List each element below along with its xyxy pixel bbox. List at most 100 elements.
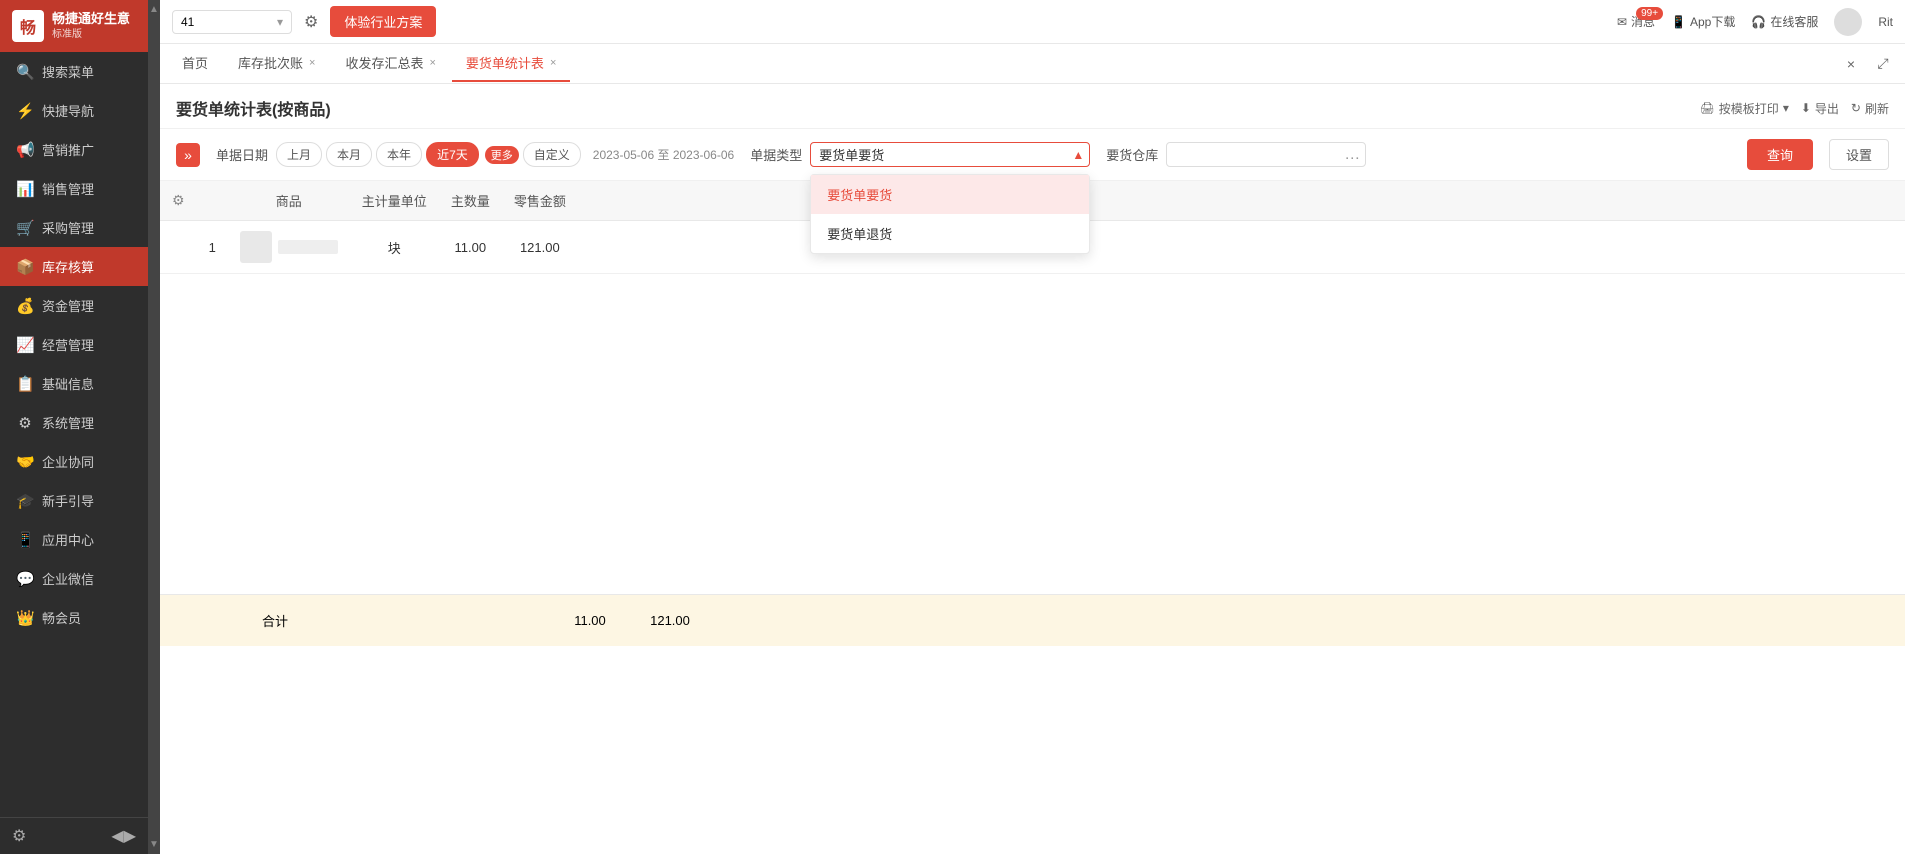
finance-icon: 💰 [16, 297, 34, 315]
main-area: 41 ▾ ⚙ 体验行业方案 ✉ 消息 99+ 📱 App下载 🎧 在线客服 Ri… [160, 0, 1905, 854]
warehouse-filter-input[interactable] [1166, 142, 1366, 167]
purchase-icon: 🛒 [16, 219, 34, 237]
date-pill-recent-7days[interactable]: 近7天 [426, 142, 479, 167]
maximize-button[interactable]: ⤢ [1869, 50, 1897, 78]
message-icon: ✉ [1617, 15, 1627, 29]
company-selector[interactable]: 41 ▾ [172, 10, 292, 34]
sidebar-item-label: 畅会员 [42, 608, 81, 627]
page-title: 要货单统计表(按商品) [176, 96, 331, 120]
date-pill-custom[interactable]: 自定义 [523, 142, 581, 167]
sidebar-item-label: 新手引导 [42, 491, 94, 510]
date-pill-this-month[interactable]: 本月 [326, 142, 372, 167]
table-empty-space [160, 274, 1905, 594]
sidebar-item-search[interactable]: 🔍 搜索菜单 [0, 52, 148, 91]
sidebar-item-basic[interactable]: 📋 基础信息 [0, 364, 148, 403]
dropdown-item-order[interactable]: 要货单要货 [811, 175, 1089, 214]
sidebar-item-label: 营销推广 [42, 140, 94, 159]
messages-badge: 99+ [1636, 7, 1663, 20]
tab-inventory-batch[interactable]: 库存批次账 × [224, 45, 329, 82]
print-button[interactable]: 🖨 按模板打印 ▾ [1700, 100, 1789, 117]
tab-close-icon[interactable]: × [550, 57, 556, 69]
print-icon: 🖨 [1700, 101, 1715, 115]
user-name: Rit [1878, 15, 1893, 29]
warehouse-label: 要货仓库 [1106, 145, 1158, 164]
phone-icon: 📱 [1671, 15, 1686, 29]
sidebar-item-purchase[interactable]: 🛒 采购管理 [0, 208, 148, 247]
more-date-options-badge[interactable]: 更多 [485, 146, 519, 164]
sidebar-item-member[interactable]: 👑 畅会员 [0, 598, 148, 637]
system-icon: ⚙ [16, 414, 34, 432]
row-product-cell [228, 221, 350, 274]
flash-icon: ⚡ [16, 102, 34, 120]
footer-quantity-cell: 11.00 [550, 613, 630, 628]
page-inner: 要货单统计表(按商品) 🖨 按模板打印 ▾ ⬇ 导出 ↻ 刷新 [160, 84, 1905, 854]
tab-close-icon[interactable]: × [309, 57, 315, 69]
table-settings-icon[interactable]: ⚙ [172, 192, 185, 208]
settings-gear-icon[interactable]: ⚙ [12, 826, 26, 846]
table-footer: 合计 11.00 121.00 [160, 594, 1905, 646]
basic-icon: 📋 [16, 375, 34, 393]
type-dropdown-toggle[interactable]: ▲ [1072, 148, 1084, 162]
sidebar-item-label: 搜索菜单 [42, 62, 94, 81]
header-settings-icon[interactable]: ⚙ [304, 12, 318, 32]
refresh-icon: ↻ [1851, 101, 1861, 115]
sidebar-item-cooperation[interactable]: 🤝 企业协同 [0, 442, 148, 481]
date-label: 单据日期 [216, 145, 268, 164]
settings-button[interactable]: 设置 [1829, 139, 1889, 170]
date-pill-last-month[interactable]: 上月 [276, 142, 322, 167]
refresh-button[interactable]: ↻ 刷新 [1851, 100, 1889, 117]
cooperation-icon: 🤝 [16, 453, 34, 471]
tab-order-statistics[interactable]: 要货单统计表 × [452, 45, 570, 82]
query-button[interactable]: 查询 [1747, 139, 1813, 170]
sidebar-item-label: 企业微信 [42, 569, 94, 588]
sidebar-footer: ⚙ ◀▶ [0, 817, 148, 854]
footer-total-label: 合计 [262, 614, 288, 629]
collapse-sidebar-icon[interactable]: ◀▶ [111, 826, 136, 846]
scroll-down-icon[interactable]: ▼ [149, 839, 159, 850]
sidebar-item-guide[interactable]: 🎓 新手引导 [0, 481, 148, 520]
tab-receivable-summary[interactable]: 收发存汇总表 × [331, 45, 449, 82]
sidebar-item-management[interactable]: 📈 经营管理 [0, 325, 148, 364]
app-download-button[interactable]: 📱 App下载 [1671, 13, 1735, 30]
close-all-tabs-button[interactable]: × [1837, 50, 1865, 78]
dropdown-item-return[interactable]: 要货单退货 [811, 214, 1089, 253]
col-header-quantity: 主数量 [439, 181, 502, 221]
sidebar-item-label: 基础信息 [42, 374, 94, 393]
sidebar-item-label: 采购管理 [42, 218, 94, 237]
tab-close-icon[interactable]: × [429, 57, 435, 69]
sidebar-item-system[interactable]: ⚙ 系统管理 [0, 403, 148, 442]
sidebar: 畅 畅捷通好生意 标准版 🔍 搜索菜单 ⚡ 快捷导航 📢 营销推广 📊 销售管理… [0, 0, 148, 854]
sidebar-item-quicknav[interactable]: ⚡ 快捷导航 [0, 91, 148, 130]
export-button[interactable]: ⬇ 导出 [1801, 100, 1839, 117]
app-edition: 标准版 [52, 28, 130, 41]
date-pill-this-year[interactable]: 本年 [376, 142, 422, 167]
sidebar-item-finance[interactable]: 💰 资金管理 [0, 286, 148, 325]
type-filter-input[interactable] [810, 142, 1090, 167]
online-service-button[interactable]: 🎧 在线客服 [1751, 13, 1818, 30]
tab-home[interactable]: 首页 [168, 45, 222, 82]
date-range-text: 2023-05-06 至 2023-06-06 [593, 146, 734, 163]
scroll-up-icon[interactable]: ▲ [149, 4, 159, 15]
col-header-unit: 主计量单位 [350, 181, 439, 221]
trial-industry-button[interactable]: 体验行业方案 [330, 6, 436, 37]
messages-button[interactable]: ✉ 消息 99+ [1617, 13, 1655, 30]
sidebar-item-label: 快捷导航 [42, 101, 94, 120]
footer-amount-cell: 121.00 [630, 613, 710, 628]
member-icon: 👑 [16, 609, 34, 627]
sidebar-item-sales[interactable]: 📊 销售管理 [0, 169, 148, 208]
user-avatar[interactable] [1834, 8, 1862, 36]
filter-expand-button[interactable]: » [176, 143, 200, 167]
sidebar-header: 畅 畅捷通好生意 标准版 [0, 0, 148, 52]
col-header-num [197, 181, 228, 221]
expand-icon: » [184, 147, 192, 163]
sidebar-item-appstore[interactable]: 📱 应用中心 [0, 520, 148, 559]
col-header-settings: ⚙ [160, 181, 197, 221]
warehouse-more-icon[interactable]: … [1344, 146, 1360, 164]
headset-icon: 🎧 [1751, 15, 1766, 29]
sidebar-item-marketing[interactable]: 📢 营销推广 [0, 130, 148, 169]
sidebar-item-inventory[interactable]: 📦 库存核算 [0, 247, 148, 286]
sidebar-item-weixin[interactable]: 💬 企业微信 [0, 559, 148, 598]
date-filter-group: 单据日期 上月 本月 本年 近7天 更多 自定义 2023-05-06 至 20… [216, 142, 734, 167]
search-icon: 🔍 [16, 63, 34, 81]
product-image [240, 231, 272, 263]
